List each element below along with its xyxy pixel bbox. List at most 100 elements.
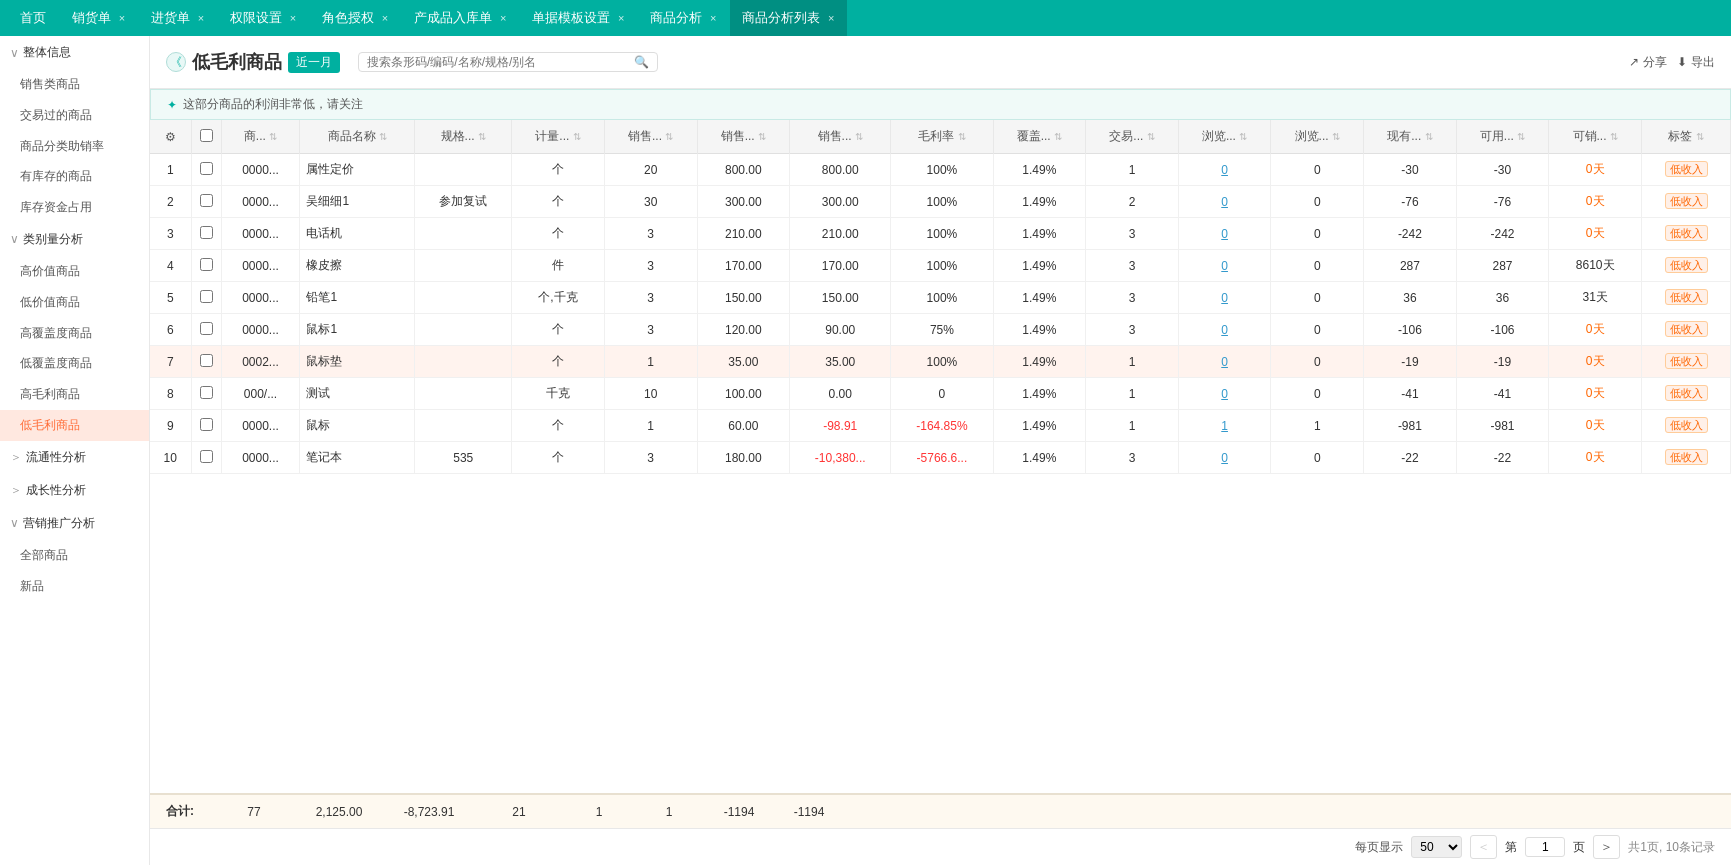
sidebar-item-new-goods[interactable]: 新品 [0,571,149,602]
nav-sales[interactable]: 销货单 × [60,0,137,36]
page-number-input[interactable] [1525,837,1565,857]
sidebar-item-stock-capital[interactable]: 库存资金占用 [0,192,149,223]
row-browse1[interactable]: 0 [1178,250,1271,282]
table-row: 4 0000... 橡皮擦 件 3 170.00 170.00 100% 1.4… [150,250,1731,282]
sidebar-section-quantity[interactable]: ∨ 类别量分析 [0,223,149,256]
row-browse1[interactable]: 0 [1178,346,1271,378]
row-checkbox[interactable] [200,162,213,175]
row-name: 铅笔1 [300,282,415,314]
row-checkbox[interactable] [200,194,213,207]
sidebar-item-traded-goods[interactable]: 交易过的商品 [0,100,149,131]
sidebar-item-low-margin[interactable]: 低毛利商品 [0,410,149,441]
table-container[interactable]: ⚙ 商... ⇅ 商品名称 ⇅ 规格... ⇅ 计量... ⇅ 销售... ⇅ … [150,120,1731,793]
row-unit: 个 [512,154,605,186]
table-row: 8 000/... 测试 千克 10 100.00 0.00 0 1.49% 1… [150,378,1731,410]
search-icon[interactable]: 🔍 [634,55,649,69]
row-available: -76 [1456,186,1549,218]
row-checkbox[interactable] [200,418,213,431]
sidebar-item-low-value[interactable]: 低价值商品 [0,287,149,318]
row-browse1[interactable]: 0 [1178,282,1271,314]
row-checkbox-cell [191,282,221,314]
col-trade[interactable]: 交易... ⇅ [1086,120,1179,154]
row-sales-profit: 170.00 [790,250,891,282]
sidebar-section-liquidity[interactable]: ＞ 流通性分析 [0,441,149,474]
sidebar-item-category-assist[interactable]: 商品分类助销率 [0,131,149,162]
row-checkbox[interactable] [200,450,213,463]
row-browse1[interactable]: 0 [1178,218,1271,250]
row-name: 鼠标垫 [300,346,415,378]
sidebar-item-high-coverage[interactable]: 高覆盖度商品 [0,318,149,349]
row-checkbox-cell [191,250,221,282]
nav-product-entry[interactable]: 产成品入库单 × [402,0,518,36]
row-checkbox[interactable] [200,322,213,335]
col-code[interactable]: 商... ⇅ [221,120,300,154]
row-browse1[interactable]: 0 [1178,442,1271,474]
row-browse1[interactable]: 0 [1178,154,1271,186]
row-spec [415,154,512,186]
collapse-sidebar-button[interactable]: 《 [166,52,186,72]
col-sales-price[interactable]: 销售... ⇅ [697,120,790,154]
row-code: 000/... [221,378,300,410]
chevron-down-icon-2: ∨ [10,232,19,246]
row-tag: 低收入 [1642,378,1731,410]
col-tag[interactable]: 标签 ⇅ [1642,120,1731,154]
col-unit[interactable]: 计量... ⇅ [512,120,605,154]
nav-template[interactable]: 单据模板设置 × [520,0,636,36]
row-current-stock: -106 [1364,314,1457,346]
nav-home[interactable]: 首页 [8,0,58,36]
row-browse1[interactable]: 0 [1178,314,1271,346]
col-saleable[interactable]: 可销... ⇅ [1549,120,1642,154]
row-browse1[interactable]: 1 [1178,410,1271,442]
sidebar-item-stock-goods[interactable]: 有库存的商品 [0,161,149,192]
table-row: 1 0000... 属性定价 个 20 800.00 800.00 100% 1… [150,154,1731,186]
col-cover-rate[interactable]: 覆盖... ⇅ [993,120,1086,154]
nav-product-analysis[interactable]: 商品分析 × [638,0,728,36]
prev-page-button[interactable]: ＜ [1470,835,1497,859]
row-browse1[interactable]: 0 [1178,378,1271,410]
row-checkbox[interactable] [200,386,213,399]
col-browse1[interactable]: 浏览... ⇅ [1178,120,1271,154]
col-sales-profit[interactable]: 销售... ⇅ [790,120,891,154]
col-available[interactable]: 可用... ⇅ [1456,120,1549,154]
col-browse2[interactable]: 浏览... ⇅ [1271,120,1364,154]
row-saleable: 0天 [1549,410,1642,442]
row-checkbox[interactable] [200,354,213,367]
col-current-stock[interactable]: 现有... ⇅ [1364,120,1457,154]
row-browse1[interactable]: 0 [1178,186,1271,218]
col-name[interactable]: 商品名称 ⇅ [300,120,415,154]
next-page-button[interactable]: ＞ [1593,835,1620,859]
row-sales-qty: 30 [604,186,697,218]
nav-roles[interactable]: 角色授权 × [310,0,400,36]
export-button[interactable]: ⬇ 导出 [1677,54,1715,71]
row-checkbox[interactable] [200,258,213,271]
sidebar-item-high-margin[interactable]: 高毛利商品 [0,379,149,410]
row-checkbox-cell [191,378,221,410]
row-current-stock: -76 [1364,186,1457,218]
row-browse2: 0 [1271,154,1364,186]
time-filter-button[interactable]: 近一月 [288,52,340,73]
col-sales-qty[interactable]: 销售... ⇅ [604,120,697,154]
select-all-checkbox[interactable] [200,129,213,142]
row-available: -30 [1456,154,1549,186]
sidebar-item-sales-goods[interactable]: 销售类商品 [0,69,149,100]
row-checkbox[interactable] [200,290,213,303]
nav-permissions[interactable]: 权限设置 × [218,0,308,36]
page-size-select[interactable]: 50 100 200 [1411,836,1462,858]
nav-product-analysis-list[interactable]: 商品分析列表 × [730,0,846,36]
share-button[interactable]: ↗ 分享 [1629,54,1667,71]
sidebar-item-all-goods[interactable]: 全部商品 [0,540,149,571]
nav-purchase[interactable]: 进货单 × [139,0,216,36]
row-sales-qty: 3 [604,282,697,314]
sidebar-section-growth[interactable]: ＞ 成长性分析 [0,474,149,507]
row-sales-qty: 3 [604,314,697,346]
sidebar-item-high-value[interactable]: 高价值商品 [0,256,149,287]
sidebar-section-overall[interactable]: ∨ 整体信息 [0,36,149,69]
sidebar-item-low-coverage[interactable]: 低覆盖度商品 [0,348,149,379]
col-gross-rate[interactable]: 毛利率 ⇅ [891,120,993,154]
sidebar-section-marketing[interactable]: ∨ 营销推广分析 [0,507,149,540]
row-checkbox[interactable] [200,226,213,239]
col-settings[interactable]: ⚙ [150,120,191,154]
row-saleable: 0天 [1549,346,1642,378]
col-spec[interactable]: 规格... ⇅ [415,120,512,154]
search-input[interactable] [367,55,630,69]
